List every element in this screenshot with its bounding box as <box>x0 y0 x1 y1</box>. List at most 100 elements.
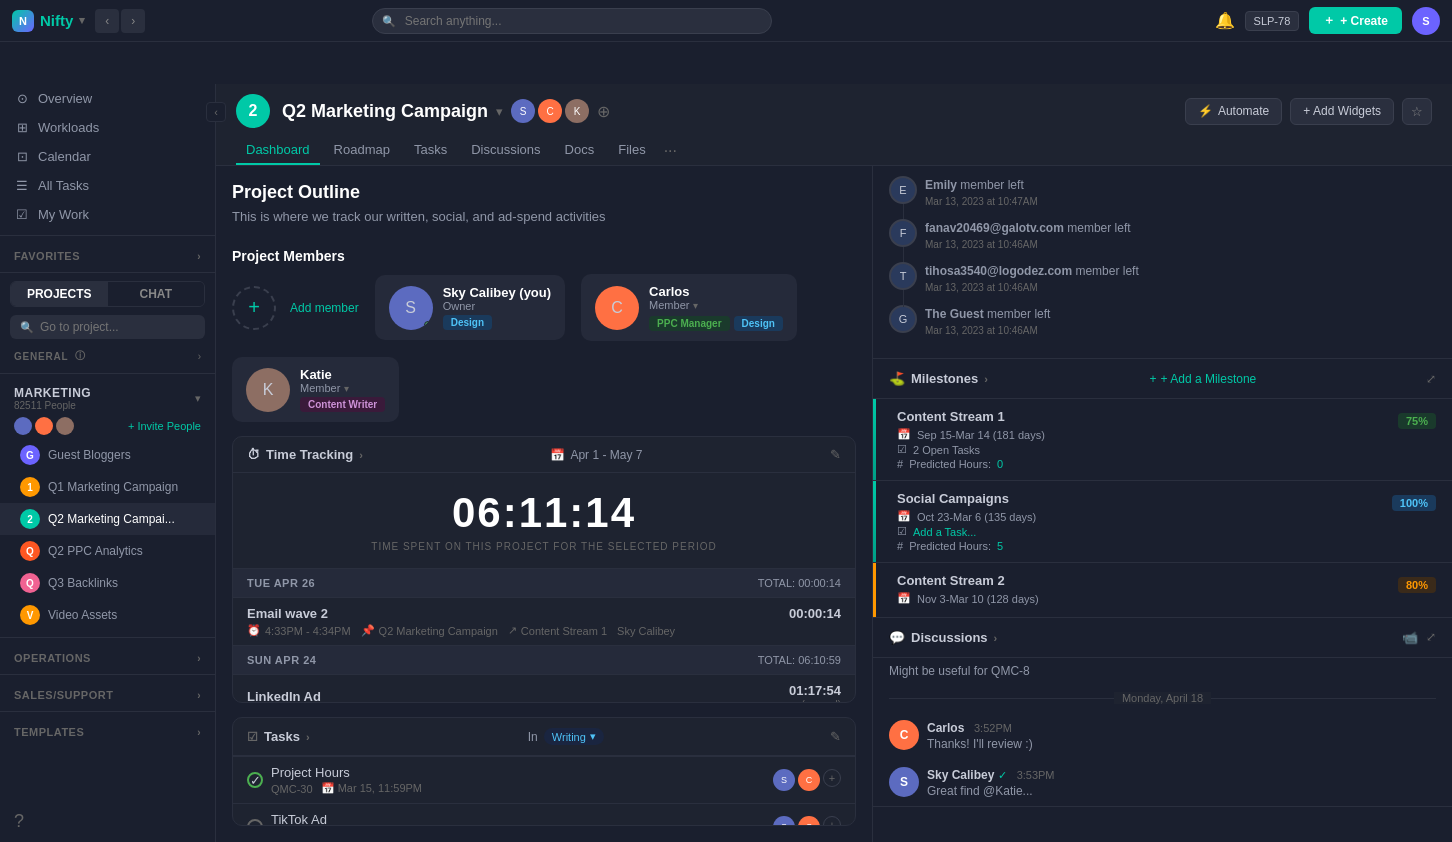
sidebar-item-my-work[interactable]: ☑ My Work <box>0 200 215 229</box>
discussions-title: 💬 Discussions › <box>889 630 997 645</box>
app-logo[interactable]: N Nifty ▾ <box>12 10 85 32</box>
task-add-member-icon[interactable]: + <box>823 769 841 787</box>
sidebar-item-calendar[interactable]: ⊡ Calendar <box>0 142 215 171</box>
marketing-avatar-3 <box>56 417 74 435</box>
star-button[interactable]: ☆ <box>1402 98 1432 125</box>
discussions-icon: 💬 <box>889 630 905 645</box>
milestones-expand-icon: › <box>984 373 988 385</box>
logo-dropdown-arrow[interactable]: ▾ <box>79 14 85 27</box>
add-member-label[interactable]: Add member <box>290 301 359 315</box>
tasks-widget-title[interactable]: ☑ Tasks › <box>247 729 310 744</box>
carlos-role-dropdown[interactable]: ▾ <box>693 300 698 311</box>
carlos-badges: PPC Manager Design <box>649 313 783 331</box>
task-add-member-tiktok-icon[interactable]: + <box>823 816 841 826</box>
task-checkbox-tiktok[interactable] <box>247 819 263 826</box>
templates-section[interactable]: TEMPLATES › <box>0 718 215 742</box>
members-row: + Add member S Sky Calibey (you) Owner D… <box>232 274 856 422</box>
invite-people-button[interactable]: + Invite People <box>128 420 201 432</box>
project-item-q2-ppc[interactable]: Q Q2 PPC Analytics <box>0 535 215 567</box>
tab-discussions[interactable]: Discussions <box>461 136 550 165</box>
marketing-chevron-icon: ▾ <box>195 392 201 405</box>
header-actions: ⚡ Automate + Add Widgets ☆ <box>1185 98 1432 125</box>
sidebar-item-workloads[interactable]: ⊞ Workloads <box>0 113 215 142</box>
automate-button[interactable]: ⚡ Automate <box>1185 98 1282 125</box>
task-row-tiktok-ad: TikTok Ad QMC-5 Low Priority 📅 Mar 13, 1… <box>233 803 855 826</box>
operations-section[interactable]: OPERATIONS › <box>0 644 215 668</box>
project-dot-q2: 2 <box>20 509 40 529</box>
discussions-expand-icon: › <box>994 632 998 644</box>
help-icon[interactable]: ? <box>14 811 24 832</box>
member-avatar-sky: S <box>511 99 535 123</box>
search-icon: 🔍 <box>382 14 396 27</box>
project-title-dropdown-icon[interactable]: ▾ <box>496 104 503 119</box>
tab-files[interactable]: Files <box>608 136 655 165</box>
task-row-project-hours: ✓ Project Hours QMC-30 📅 Mar 15, 11:59PM… <box>233 756 855 803</box>
tab-tasks[interactable]: Tasks <box>404 136 457 165</box>
disc-avatar-sky: S <box>889 767 919 797</box>
time-tracking-edit-icon[interactable]: ✎ <box>830 447 841 462</box>
sales-support-section[interactable]: SALES/SUPPORT › <box>0 681 215 705</box>
project-dot-backlinks: Q <box>20 573 40 593</box>
tasks-edit-icon[interactable]: ✎ <box>830 729 841 744</box>
members-section: Project Members + Add member S <box>232 248 856 422</box>
hours-icon-1: # <box>897 458 903 470</box>
milestone-tasks-2: ☑ Add a Task... <box>897 525 1436 538</box>
project-item-q2-marketing[interactable]: 2 Q2 Marketing Campai... <box>0 503 215 535</box>
favorites-section[interactable]: FAVORITES › <box>0 242 215 266</box>
tab-docs[interactable]: Docs <box>555 136 605 165</box>
notifications-icon[interactable]: 🔔 <box>1215 11 1235 30</box>
time-tracking-widget: ⏱ Time Tracking › 📅 Apr 1 - May 7 ✎ 06:1… <box>232 436 856 703</box>
user-avatar[interactable]: S <box>1412 7 1440 35</box>
workloads-icon: ⊞ <box>14 120 30 135</box>
disc-content-sky: Sky Calibey ✓ 3:53PM Great find @Katie..… <box>927 767 1055 798</box>
operations-chevron-icon: › <box>197 653 201 664</box>
templates-chevron-icon: › <box>197 727 201 738</box>
outline-description: This is where we track our written, soci… <box>232 209 856 224</box>
add-milestone-button[interactable]: + + Add a Milestone <box>1150 372 1257 386</box>
project-item-video-assets[interactable]: V Video Assets <box>0 599 215 631</box>
activity-avatar-tihosa: T <box>889 262 917 290</box>
writing-filter-badge[interactable]: Writing ▾ <box>544 728 604 745</box>
project-item-guest-bloggers[interactable]: G Guest Bloggers <box>0 439 215 471</box>
nav-arrows: ‹ › <box>95 9 145 33</box>
milestones-section: ⛳ Milestones › + + Add a Milestone ⤢ Con… <box>873 359 1452 618</box>
general-expand-icon[interactable]: › <box>198 351 201 362</box>
sidebar-collapse-button[interactable]: ‹ <box>206 102 216 122</box>
nav-back-button[interactable]: ‹ <box>95 9 119 33</box>
add-member-card: + Add member <box>232 286 359 330</box>
discussions-video-icon[interactable]: 📹 <box>1402 630 1418 645</box>
sidebar-item-overview[interactable]: ⊙ Overview <box>0 84 215 113</box>
nav-forward-button[interactable]: › <box>121 9 145 33</box>
project-item-q3-backlinks[interactable]: Q Q3 Backlinks <box>0 567 215 599</box>
tab-dashboard[interactable]: Dashboard <box>236 136 320 165</box>
katie-role-dropdown[interactable]: ▾ <box>344 383 349 394</box>
all-tasks-icon: ☰ <box>14 178 30 193</box>
add-member-button[interactable]: + <box>232 286 276 330</box>
chat-tab[interactable]: CHAT <box>108 282 205 306</box>
sidebar-search-input[interactable] <box>40 320 195 334</box>
more-tabs-button[interactable]: ··· <box>660 142 681 160</box>
projects-chat-tabs: PROJECTS CHAT <box>10 281 205 307</box>
top-navigation: N Nifty ▾ ‹ › 🔍 🔔 SLP-78 ＋ + Create S <box>0 0 1452 42</box>
add-member-header-icon[interactable]: ⊕ <box>597 102 610 121</box>
task-meta-project-hours: QMC-30 📅 Mar 15, 11:59PM <box>271 782 765 795</box>
task-checkbox-project-hours[interactable]: ✓ <box>247 772 263 788</box>
discussions-fullscreen-icon[interactable]: ⤢ <box>1426 630 1436 645</box>
add-widgets-button[interactable]: + Add Widgets <box>1290 98 1394 125</box>
milestones-fullscreen-icon[interactable]: ⤢ <box>1426 372 1436 386</box>
marketing-header[interactable]: MARKETING 82511 People ▾ <box>14 386 201 411</box>
sidebar-item-all-tasks[interactable]: ☰ All Tasks <box>0 171 215 200</box>
tab-roadmap[interactable]: Roadmap <box>324 136 400 165</box>
sidebar-search-icon: 🔍 <box>20 321 34 334</box>
katie-content-badge: Content Writer <box>300 397 385 412</box>
member-avatar-katie-card: K <box>246 368 290 412</box>
projects-tab[interactable]: PROJECTS <box>11 282 108 306</box>
search-input[interactable] <box>372 8 772 34</box>
time-tracking-title[interactable]: ⏱ Time Tracking › <box>247 447 363 462</box>
activity-log-section: E Emily member left Mar 13, 2023 at 10:4… <box>873 166 1452 359</box>
project-item-q1-marketing[interactable]: 1 Q1 Marketing Campaign <box>0 471 215 503</box>
project-title: Q2 Marketing Campaign <box>282 101 488 122</box>
date-icon-2: 📅 <box>897 510 911 523</box>
create-button[interactable]: ＋ + Create <box>1309 7 1402 34</box>
tasks-filter: In Writing ▾ <box>528 728 604 745</box>
